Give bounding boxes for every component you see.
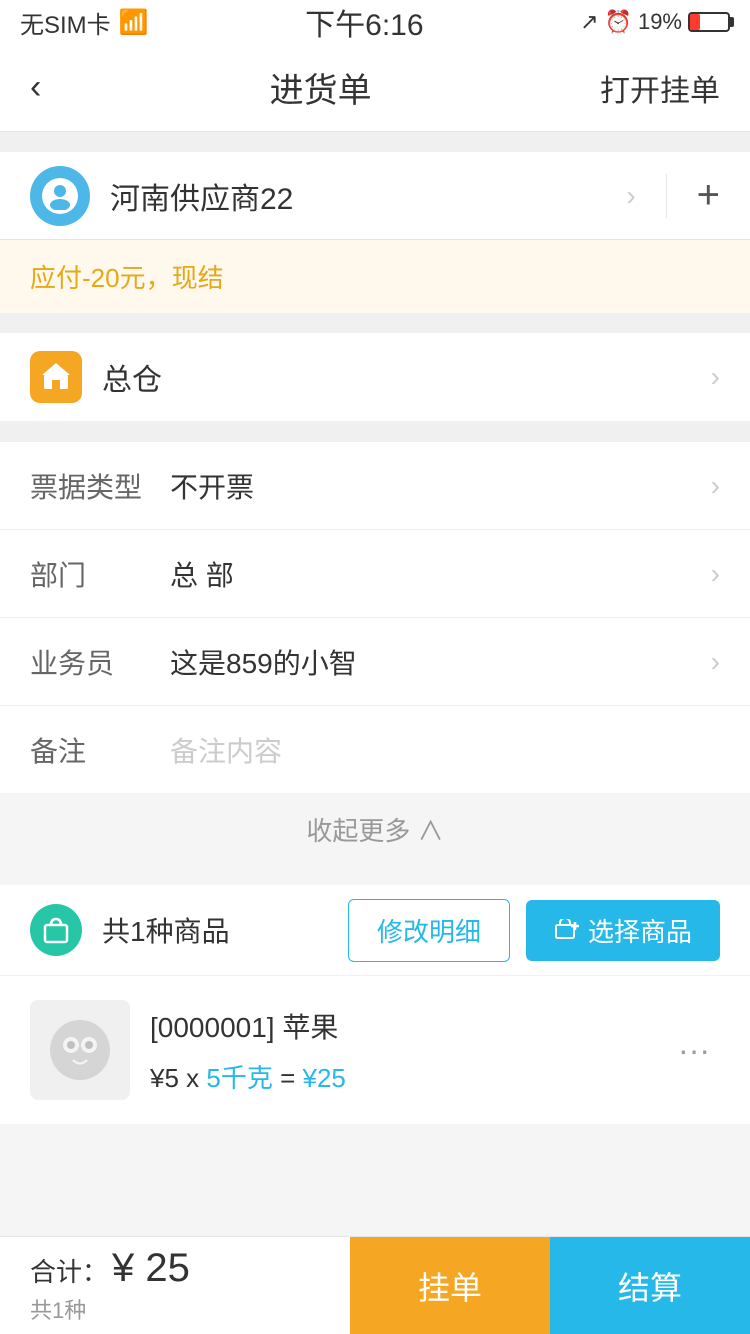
product-item: [0000001] 苹果 ¥5 x 5千克 = ¥25 ··· <box>0 975 750 1124</box>
salesperson-row[interactable]: 业务员 这是859的小智 › <box>0 617 750 705</box>
product-title: 苹果 <box>282 1012 338 1043</box>
ticket-type-value: 不开票 <box>150 466 711 506</box>
checkout-button[interactable]: 结算 <box>550 1237 750 1334</box>
carrier-text: 无SIM卡 <box>20 5 111 40</box>
product-thumbnail <box>30 1000 130 1100</box>
bag-icon <box>41 915 71 945</box>
salesperson-value: 这是859的小智 <box>150 642 711 682</box>
bottom-spacer <box>0 1124 750 1244</box>
location-icon: ↗ <box>580 9 598 35</box>
divider-1 <box>0 313 750 333</box>
quantity: 5千克 <box>206 1063 272 1093</box>
checkout-label: 结算 <box>618 1263 682 1309</box>
ticket-type-row[interactable]: 票据类型 不开票 › <box>0 441 750 529</box>
chevron-right-icon: › <box>626 180 635 212</box>
salesperson-chevron-icon: › <box>711 646 720 678</box>
equals-sign: = <box>280 1063 302 1093</box>
notice-banner: 应付-20元，现结 <box>0 240 750 313</box>
product-count-label: 共1种商品 <box>102 910 348 950</box>
select-product-button[interactable]: 选择商品 <box>526 900 720 961</box>
ticket-type-chevron-icon: › <box>711 470 720 502</box>
time-display: 下午6:16 <box>305 0 423 44</box>
product-name: [0000001] 苹果 <box>150 1006 668 1046</box>
product-header: 共1种商品 修改明细 选择商品 <box>0 885 750 975</box>
bottom-bar: 合计： ¥ 25 共1种 挂单 结算 <box>0 1236 750 1334</box>
avatar <box>30 166 90 226</box>
department-chevron-icon: › <box>711 558 720 590</box>
total-label: 合计： <box>30 1252 108 1289</box>
battery-percentage: 19% <box>638 9 682 35</box>
remark-input[interactable]: 备注内容 <box>150 730 720 770</box>
hold-button[interactable]: 挂单 <box>350 1237 550 1334</box>
add-supplier-button[interactable]: + <box>697 173 720 218</box>
edit-detail-button[interactable]: 修改明细 <box>348 899 510 962</box>
warehouse-icon <box>30 351 82 403</box>
status-bar: 无SIM卡 📶 下午6:16 ↗ ⏰ 19% <box>0 0 750 44</box>
avatar-inner <box>42 178 78 214</box>
home-icon <box>40 361 72 393</box>
warehouse-row[interactable]: 总仓 › <box>0 333 750 421</box>
unit-price: ¥5 <box>150 1063 179 1093</box>
total-amount: ¥ 25 <box>112 1246 190 1291</box>
page-title: 进货单 <box>270 63 372 112</box>
top-divider <box>0 132 750 152</box>
select-product-label: 选择商品 <box>588 912 692 949</box>
back-button[interactable]: ‹ <box>30 68 41 107</box>
supplier-info: 河南供应商22 › <box>30 166 636 226</box>
remark-row[interactable]: 备注 备注内容 <box>0 705 750 793</box>
price-separator: x <box>186 1063 206 1093</box>
product-info: [0000001] 苹果 ¥5 x 5千克 = ¥25 <box>150 1006 668 1095</box>
product-price: ¥5 x 5千克 = ¥25 <box>150 1058 668 1095</box>
status-right: ↗ ⏰ 19% <box>580 9 730 35</box>
hold-label: 挂单 <box>418 1263 482 1309</box>
divider-2 <box>0 421 750 441</box>
product-count-icon <box>30 904 82 956</box>
collapse-button[interactable]: 收起更多 ∧ <box>0 793 750 865</box>
subtotal: ¥25 <box>303 1063 346 1093</box>
warehouse-name: 总仓 <box>102 355 711 399</box>
status-left: 无SIM卡 📶 <box>20 5 149 40</box>
supplier-divider <box>666 174 667 218</box>
alarm-icon: ⏰ <box>605 9 632 35</box>
total-count: 共1种 <box>30 1293 320 1325</box>
salesperson-label: 业务员 <box>30 642 150 682</box>
department-row[interactable]: 部门 总 部 › <box>0 529 750 617</box>
warehouse-chevron-icon: › <box>711 361 720 393</box>
supplier-name: 河南供应商22 <box>110 174 626 218</box>
nav-bar: ‹ 进货单 打开挂单 <box>0 44 750 132</box>
total-section: 合计： ¥ 25 共1种 <box>0 1246 350 1325</box>
supplier-row[interactable]: 河南供应商22 › + <box>0 152 750 240</box>
cart-icon <box>554 919 580 941</box>
person-icon <box>46 182 74 210</box>
department-label: 部门 <box>30 554 150 594</box>
product-more-button[interactable]: ··· <box>668 1032 720 1069</box>
battery-icon <box>688 12 730 32</box>
open-hold-button[interactable]: 打开挂单 <box>600 66 720 110</box>
product-placeholder-icon <box>45 1015 115 1085</box>
department-value: 总 部 <box>150 554 711 594</box>
product-code: [0000001] <box>150 1012 275 1043</box>
collapse-label: 收起更多 ∧ <box>306 811 443 848</box>
ticket-type-label: 票据类型 <box>30 466 150 506</box>
wifi-icon: 📶 <box>119 8 149 37</box>
remark-label: 备注 <box>30 730 150 770</box>
